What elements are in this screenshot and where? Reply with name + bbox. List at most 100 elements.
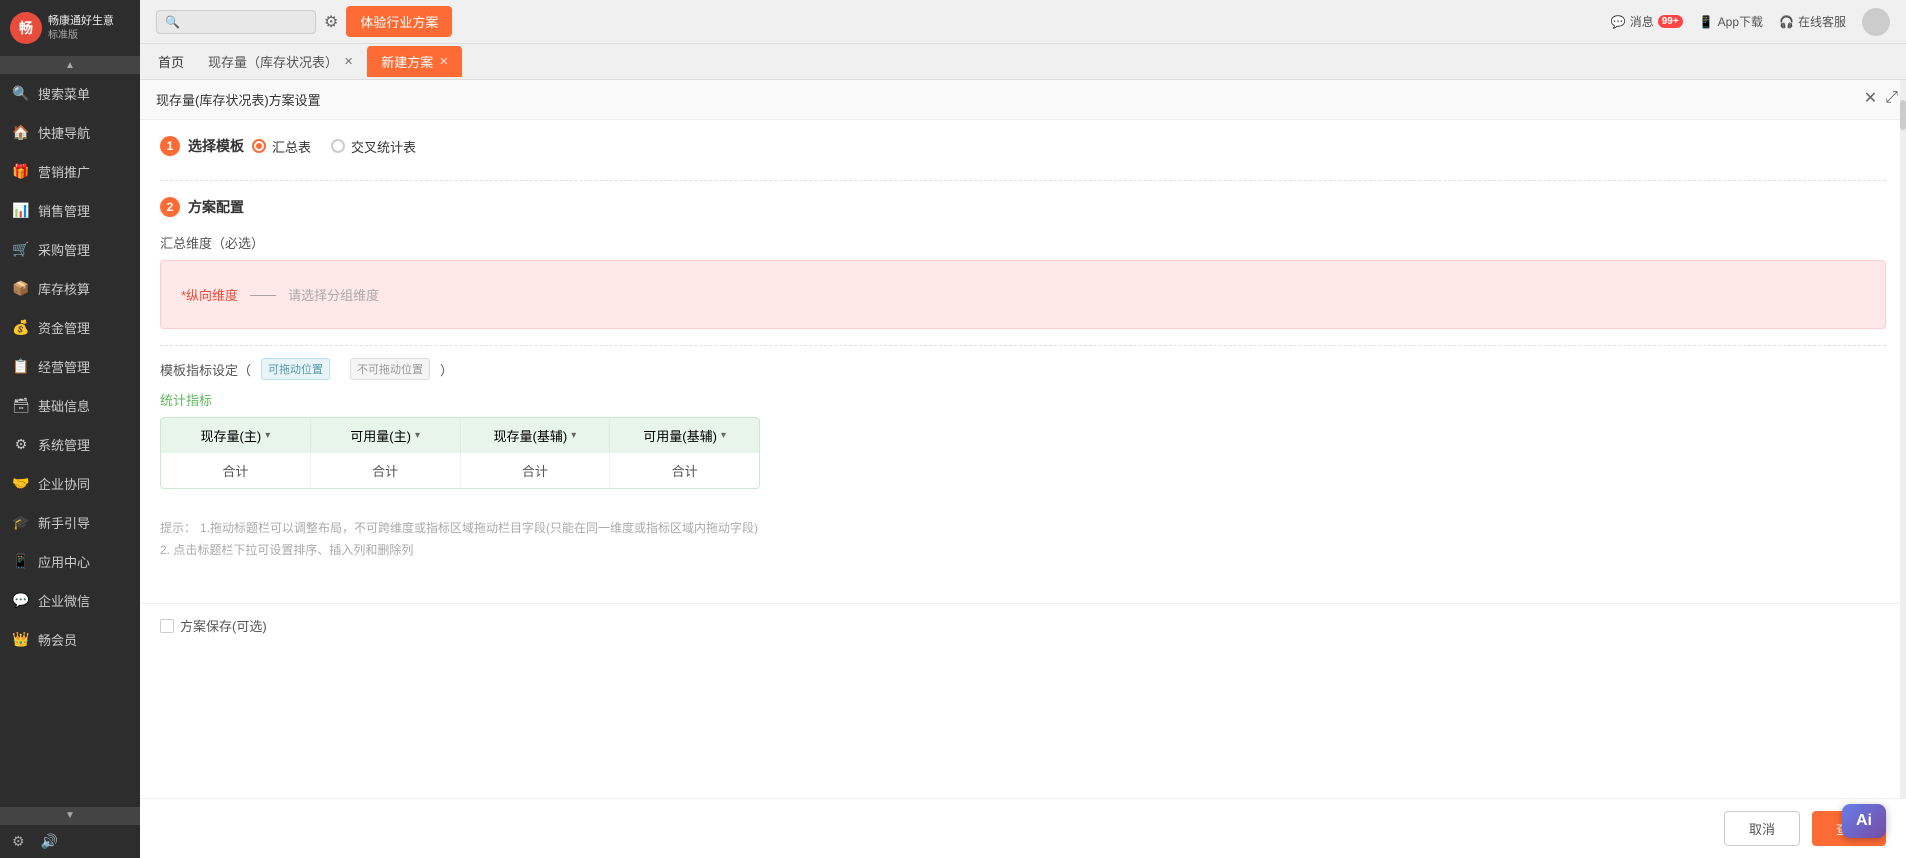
step1-header: 1 选择模板 汇总表 交叉统计表 xyxy=(160,136,1886,156)
sidebar-item-marketing[interactable]: 🎁 营销推广 xyxy=(0,152,140,191)
sidebar-item-newbie[interactable]: 🎓 新手引导 xyxy=(0,503,140,542)
col-body-3: 合计 xyxy=(610,453,759,488)
scroll-track[interactable] xyxy=(1900,80,1906,798)
sidebar-scroll-down[interactable]: ▼ xyxy=(0,807,140,824)
sidebar-item-search-menu[interactable]: 🔍 搜索菜单 xyxy=(0,74,140,113)
expand-window-button[interactable]: ⤢ xyxy=(1885,89,1898,107)
hint-text-1: 1.拖动标题栏可以调整布局，不可跨维度或指标区域拖动栏目字段(只能在同一维度或指… xyxy=(200,518,758,540)
radio-summary[interactable]: 汇总表 xyxy=(252,137,311,156)
close-paren: ） xyxy=(440,360,453,379)
step2-badge: 2 xyxy=(160,197,180,217)
box-icon: 📦 xyxy=(12,280,30,298)
sidebar-item-purchase[interactable]: 🛒 采购管理 xyxy=(0,230,140,269)
topbar-left: 🔍 ⚙ 体验行业方案 xyxy=(156,6,452,37)
chevron-1[interactable]: ▾ xyxy=(415,430,420,441)
ai-button[interactable]: Ai xyxy=(1842,804,1886,838)
topbar: 🔍 ⚙ 体验行业方案 💬 消息 99+ 📱 App下载 🎧 在线客服 xyxy=(140,0,1906,44)
message-badge: 99+ xyxy=(1658,15,1683,28)
col-header-label-3: 可用量(基辅) xyxy=(643,426,717,445)
content-area: ✕ ⤢ 现存量(库存状况表)方案设置 1 选择模板 汇总表 xyxy=(140,80,1906,798)
dimension-separator: —— xyxy=(250,287,276,302)
tab-inventory-label: 现存量（库存状况表） xyxy=(208,52,338,71)
sidebar-item-label: 库存核算 xyxy=(38,279,90,298)
dimension-input-area[interactable]: *纵向维度 —— 请选择分组维度 xyxy=(160,260,1886,329)
sidebar-item-cooperation[interactable]: 🤝 企业协同 xyxy=(0,464,140,503)
sidebar-item-system[interactable]: ⚙ 系统管理 xyxy=(0,425,140,464)
tab-inventory-close[interactable]: ✕ xyxy=(344,55,353,68)
indicator-table-body: 合计 合计 合计 合计 xyxy=(161,453,759,488)
user-avatar[interactable] xyxy=(1862,8,1890,36)
save-checkbox[interactable] xyxy=(160,619,174,633)
sidebar-item-label: 企业协同 xyxy=(38,474,90,493)
sidebar-item-basic-info[interactable]: 🗃 基础信息 xyxy=(0,386,140,425)
step1-badge: 1 xyxy=(160,136,180,156)
save-section: 方案保存(可选) xyxy=(140,603,1906,647)
radio-cross[interactable]: 交叉统计表 xyxy=(331,137,416,156)
radio-cross-dot xyxy=(331,139,345,153)
gift-icon: 🎁 xyxy=(12,163,30,181)
save-checkbox-item[interactable]: 方案保存(可选) xyxy=(160,616,267,635)
message-label: 消息 xyxy=(1630,13,1654,30)
step2-header: 2 方案配置 xyxy=(160,197,1886,217)
cancel-button[interactable]: 取消 xyxy=(1724,811,1800,846)
sidebar-scroll-up[interactable]: ▲ xyxy=(0,57,140,74)
sidebar-item-quick-nav[interactable]: 🏠 快捷导航 xyxy=(0,113,140,152)
settings-icon[interactable]: ⚙ xyxy=(12,833,25,850)
draggable-tag: 可拖动位置 xyxy=(261,358,330,380)
footer-bar: 取消 查询 xyxy=(140,798,1906,858)
sidebar-item-operations[interactable]: 📋 经营管理 xyxy=(0,347,140,386)
sidebar-item-finance[interactable]: 💰 资金管理 xyxy=(0,308,140,347)
tab-new-plan-close[interactable]: ✕ xyxy=(439,55,448,68)
app-download-label: App下载 xyxy=(1718,13,1763,30)
topbar-search-box[interactable]: 🔍 xyxy=(156,10,316,34)
app-download-item[interactable]: 📱 App下载 xyxy=(1699,13,1763,30)
message-item[interactable]: 💬 消息 99+ xyxy=(1611,13,1683,30)
col-header-label-2: 现存量(基辅) xyxy=(494,426,568,445)
col-header-0[interactable]: 现存量(主) ▾ xyxy=(161,418,311,453)
sidebar-item-wechat[interactable]: 💬 企业微信 xyxy=(0,581,140,620)
sidebar-nav: 🔍 搜索菜单 🏠 快捷导航 🎁 营销推广 📊 销售管理 🛒 采购管理 📦 库存核… xyxy=(0,74,140,807)
col-header-2[interactable]: 现存量(基辅) ▾ xyxy=(461,418,611,453)
close-window-button[interactable]: ✕ xyxy=(1864,88,1877,108)
search-icon: 🔍 xyxy=(165,15,180,29)
search-input[interactable] xyxy=(184,15,307,29)
hint-line-2: 2. 点击标题栏下拉可设置排序、插入列和删除列 xyxy=(160,540,1886,562)
hint-prefix: 提示： xyxy=(160,518,196,540)
template-section: 1 选择模板 汇总表 交叉统计表 xyxy=(160,136,1886,156)
tab-home[interactable]: 首页 xyxy=(148,46,194,77)
chevron-3[interactable]: ▾ xyxy=(721,430,726,441)
step2-title: 方案配置 xyxy=(188,197,244,217)
online-service-item[interactable]: 🎧 在线客服 xyxy=(1779,13,1846,30)
money-icon: 💰 xyxy=(12,319,30,337)
database-icon: 🗃 xyxy=(12,397,30,415)
topbar-gear-icon[interactable]: ⚙ xyxy=(324,12,338,32)
scroll-thumb[interactable] xyxy=(1900,100,1906,130)
stats-section-label: 统计指标 xyxy=(160,390,1886,409)
download-icon: 📱 xyxy=(1699,15,1714,29)
indicator-table-header: 现存量(主) ▾ 可用量(主) ▾ 现存量(基辅) ▾ xyxy=(161,418,759,453)
speaker-icon[interactable]: 🔊 xyxy=(41,833,58,850)
col-header-3[interactable]: 可用量(基辅) ▾ xyxy=(610,418,759,453)
trial-button[interactable]: 体验行业方案 xyxy=(346,6,452,37)
sidebar-item-label: 采购管理 xyxy=(38,240,90,259)
sidebar-item-label: 快捷导航 xyxy=(38,123,90,142)
window-controls: ✕ ⤢ xyxy=(1864,88,1898,108)
chevron-0[interactable]: ▾ xyxy=(265,430,270,441)
radio-cross-label: 交叉统计表 xyxy=(351,137,416,156)
sidebar-item-inventory[interactable]: 📦 库存核算 xyxy=(0,269,140,308)
sidebar-item-member[interactable]: 👑 畅会员 xyxy=(0,620,140,659)
app-logo-icon: 畅 xyxy=(10,12,42,44)
chevron-2[interactable]: ▾ xyxy=(571,430,576,441)
summary-dimension-area: 汇总维度（必选） *纵向维度 —— 请选择分组维度 xyxy=(160,233,1886,329)
handshake-icon: 🤝 xyxy=(12,475,30,493)
col-header-1[interactable]: 可用量(主) ▾ xyxy=(311,418,461,453)
sidebar-item-app-center[interactable]: 📱 应用中心 xyxy=(0,542,140,581)
hint-line-1: 提示： 1.拖动标题栏可以调整布局，不可跨维度或指标区域拖动栏目字段(只能在同一… xyxy=(160,518,1886,540)
tab-inventory-status[interactable]: 现存量（库存状况表） ✕ xyxy=(194,46,367,77)
indicator-label-row: 模板指标设定（ 可拖动位置 不可拖动位置 ） xyxy=(160,358,1886,380)
clipboard-icon: 📋 xyxy=(12,358,30,376)
sidebar-item-sales[interactable]: 📊 销售管理 xyxy=(0,191,140,230)
tab-new-plan[interactable]: 新建方案 ✕ xyxy=(367,46,462,77)
col-header-label-1: 可用量(主) xyxy=(350,426,411,445)
sidebar-item-label: 畅会员 xyxy=(38,630,77,649)
